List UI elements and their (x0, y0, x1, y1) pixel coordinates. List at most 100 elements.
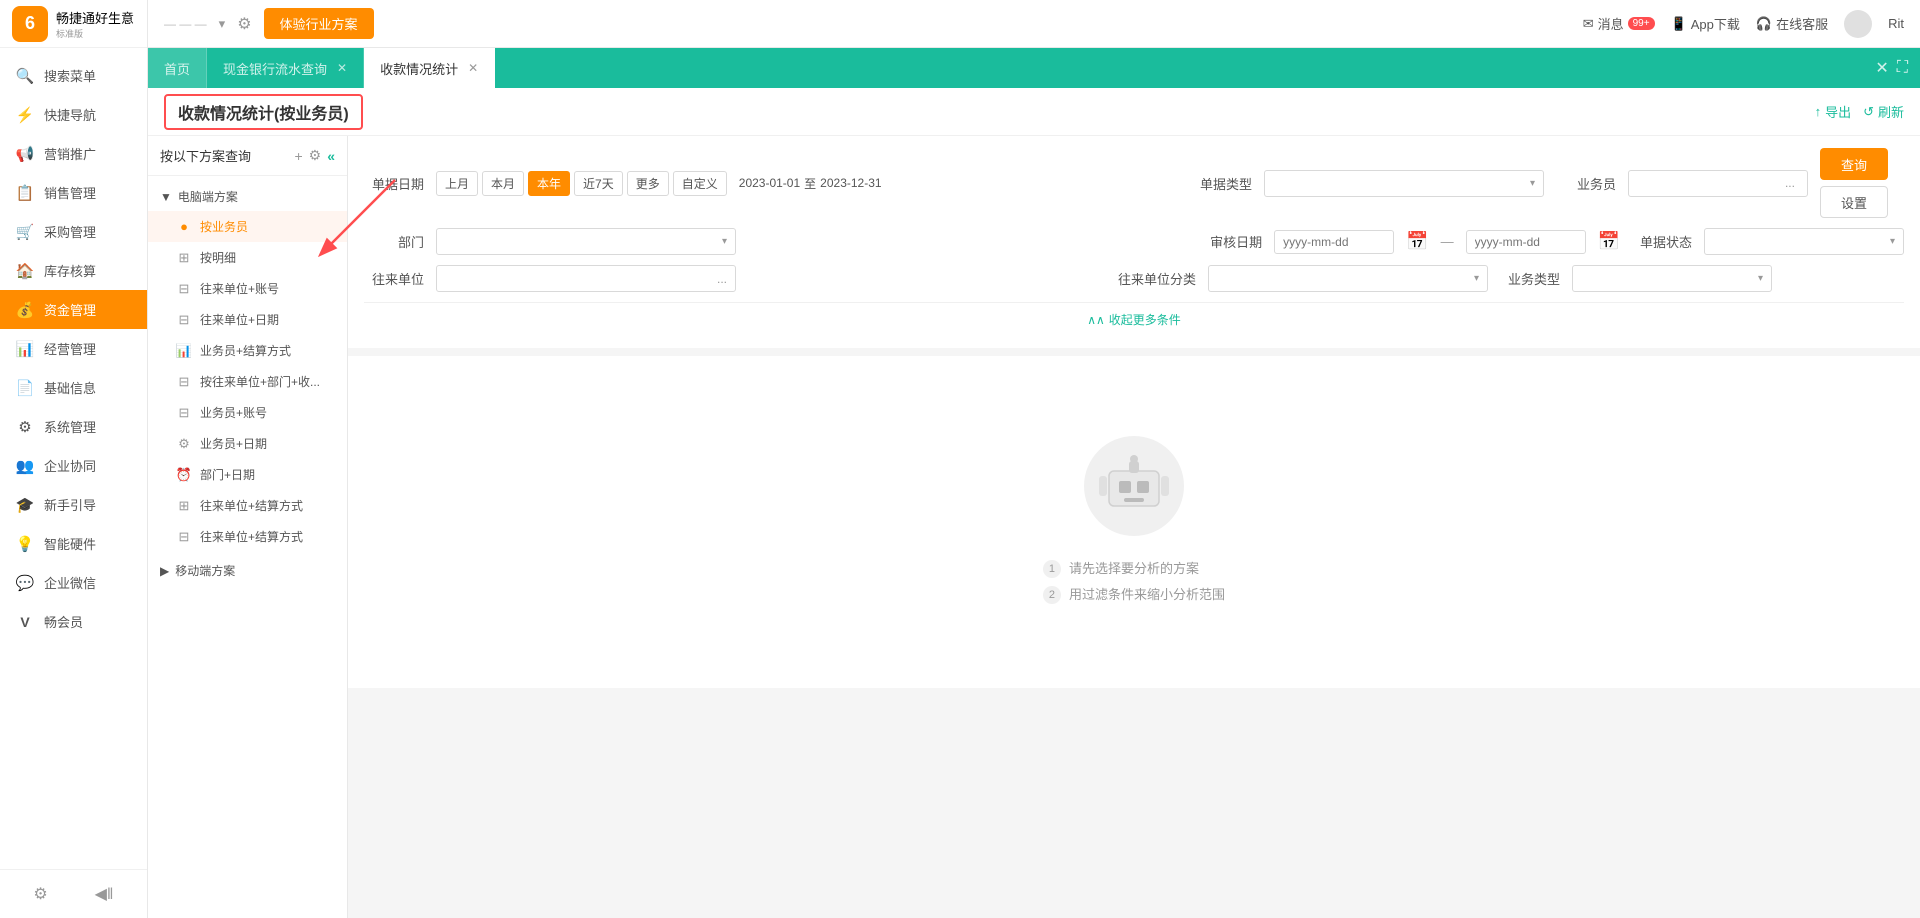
tree-item-partner-account[interactable]: ⊟ 往来单位+账号 (148, 273, 347, 304)
sidebar-item-inventory[interactable]: 🏠 库存核算 (0, 251, 147, 290)
sidebar-item-purchase[interactable]: 🛒 采购管理 (0, 212, 147, 251)
collapse-sidebar-icon[interactable]: ◀‖ (91, 880, 118, 908)
scheme-settings-icon[interactable]: ⚙ (309, 147, 322, 164)
close-all-icon[interactable]: ✕ (1875, 58, 1888, 78)
breadcrumb: — — — (164, 17, 207, 31)
date-btn-more[interactable]: 更多 (627, 171, 669, 196)
inventory-icon: 🏠 (16, 262, 34, 280)
partner-category-select[interactable]: ▾ (1208, 265, 1488, 292)
date-btn-this-year[interactable]: 本年 (528, 171, 570, 196)
main-area: — — — ▾ ⚙ 体验行业方案 ✉ 消息 99+ 📱 App下载 🎧 在线客服… (148, 0, 1920, 918)
tab-home[interactable]: 首页 (148, 48, 207, 88)
refresh-button[interactable]: ↺ 刷新 (1863, 102, 1904, 121)
item-icon-ss: 📊 (176, 343, 192, 359)
app-download-label: App下载 (1691, 14, 1740, 33)
tab-collection[interactable]: 收款情况统计 ✕ (364, 48, 495, 88)
sidebar-item-finance[interactable]: 💰 资金管理 (0, 290, 147, 329)
nav-icon: ⚡ (16, 106, 34, 124)
partner-select[interactable]: ... (436, 265, 736, 292)
nav-dropdown-icon[interactable]: ▾ (219, 16, 226, 32)
dept-label: 部门 (364, 232, 424, 251)
audit-date-from[interactable] (1274, 230, 1394, 254)
tree-group-desktop[interactable]: ▼ 电脑端方案 (148, 182, 347, 211)
purchase-icon: 🛒 (16, 223, 34, 241)
date-btn-this-month[interactable]: 本月 (482, 171, 524, 196)
settings-button[interactable]: 设置 (1820, 186, 1888, 218)
empty-step-1: 1 请先选择要分析的方案 (1043, 556, 1225, 582)
sidebar-item-wechat[interactable]: 💬 企业微信 (0, 563, 147, 602)
tab-cashflow-label: 现金银行流水查询 (223, 59, 327, 78)
sidebar-item-member[interactable]: V 畅会员 (0, 602, 147, 641)
audit-date-to[interactable] (1466, 230, 1586, 254)
salesperson-dots[interactable]: ... (1785, 176, 1795, 190)
panel-header-actions: + ⚙ « (294, 147, 335, 164)
tree-item-sales-date[interactable]: ⚙ 业务员+日期 (148, 428, 347, 459)
sidebar-item-marketing[interactable]: 📢 营销推广 (0, 134, 147, 173)
biz-type-select[interactable]: ▾ (1572, 265, 1772, 292)
user-avatar[interactable] (1844, 10, 1872, 38)
biz-type-chevron: ▾ (1758, 273, 1763, 284)
category-select[interactable]: ▾ (1264, 170, 1544, 197)
tree-item-partner-settle2[interactable]: ⊟ 往来单位+结算方式 (148, 521, 347, 552)
tree-item-label: 往来单位+日期 (200, 311, 279, 328)
user-name: Rit (1888, 16, 1904, 31)
sidebar-item-collab[interactable]: 👥 企业协同 (0, 446, 147, 485)
sidebar-item-guide[interactable]: 🎓 新手引导 (0, 485, 147, 524)
settings-bottom-icon[interactable]: ⚙ (29, 880, 51, 908)
tree-item-label: 业务员+结算方式 (200, 342, 291, 359)
logo-badge: 标准版 (56, 27, 134, 40)
tree-item-sales-account[interactable]: ⊟ 业务员+账号 (148, 397, 347, 428)
tab-cashflow[interactable]: 现金银行流水查询 ✕ (207, 48, 364, 88)
dept-select[interactable]: ▾ (436, 228, 736, 255)
date-btn-7days[interactable]: 近7天 (574, 171, 623, 196)
sidebar-item-basic[interactable]: 📄 基础信息 (0, 368, 147, 407)
sidebar-item-label: 搜索菜单 (44, 66, 96, 85)
tab-cashflow-close[interactable]: ✕ (337, 61, 347, 75)
query-button[interactable]: 查询 (1820, 148, 1888, 180)
sidebar-item-sales[interactable]: 📋 销售管理 (0, 173, 147, 212)
sidebar-item-hardware[interactable]: 💡 智能硬件 (0, 524, 147, 563)
search-icon: 🔍 (16, 67, 34, 85)
tree-item-partner-settle1[interactable]: ⊞ 往来单位+结算方式 (148, 490, 347, 521)
tabbar: 首页 现金银行流水查询 ✕ 收款情况统计 ✕ ✕ ⛶ (148, 48, 1920, 88)
date-separator: 至 (804, 175, 816, 192)
sidebar-item-operation[interactable]: 📊 经营管理 (0, 329, 147, 368)
salesperson-select[interactable]: ... (1628, 170, 1808, 197)
tree-section: ▼ 电脑端方案 ● 按业务员 ⊞ 按明细 ⊟ 往来单位+账号 ⊟ 往来单位 (148, 176, 347, 591)
tree-item-detail[interactable]: ⊞ 按明细 (148, 242, 347, 273)
fullscreen-icon[interactable]: ⛶ (1897, 59, 1908, 77)
tab-collection-close[interactable]: ✕ (468, 61, 478, 75)
online-service-item[interactable]: 🎧 在线客服 (1756, 14, 1828, 33)
finance-icon: 💰 (16, 301, 34, 319)
add-scheme-icon[interactable]: + (294, 148, 302, 164)
filter-section: 单据日期 上月 本月 本年 近7天 更多 自定义 2023-01-01 至 20… (348, 136, 1920, 348)
messages-item[interactable]: ✉ 消息 99+ (1583, 14, 1655, 33)
tree-item-salesperson-settle[interactable]: 📊 业务员+结算方式 (148, 335, 347, 366)
sidebar-item-search[interactable]: 🔍 搜索菜单 (0, 56, 147, 95)
topbar-settings-icon[interactable]: ⚙ (237, 14, 251, 34)
export-button[interactable]: ↑ 导出 (1815, 102, 1852, 121)
tree-item-partner-dept[interactable]: ⊟ 按往来单位+部门+收... (148, 366, 347, 397)
tree-item-partner-date[interactable]: ⊟ 往来单位+日期 (148, 304, 347, 335)
tree-group-mobile[interactable]: ▶ 移动端方案 (148, 556, 347, 585)
tree-item-label: 业务员+账号 (200, 404, 267, 421)
doc-status-chevron: ▾ (1890, 236, 1895, 247)
app-download-item[interactable]: 📱 App下载 (1671, 14, 1740, 33)
collapse-bar[interactable]: ∧∧ 收起更多条件 (364, 302, 1904, 336)
sidebar-item-nav[interactable]: ⚡ 快捷导航 (0, 95, 147, 134)
partner-category-chevron: ▾ (1474, 273, 1479, 284)
sidebar-item-system[interactable]: ⚙ 系统管理 (0, 407, 147, 446)
panel-collapse-icon[interactable]: « (327, 148, 335, 164)
tree-group-arrow: ▼ (160, 190, 172, 204)
trial-button[interactable]: 体验行业方案 (264, 8, 374, 39)
date-btn-custom[interactable]: 自定义 (673, 171, 727, 196)
export-icon: ↑ (1815, 104, 1822, 119)
tree-item-dept-date[interactable]: ⏰ 部门+日期 (148, 459, 347, 490)
doc-status-select[interactable]: ▾ (1704, 228, 1904, 255)
hardware-icon: 💡 (16, 535, 34, 553)
dept-chevron: ▾ (722, 236, 727, 247)
date-btn-last-month[interactable]: 上月 (436, 171, 478, 196)
date-from-value: 2023-01-01 (739, 176, 800, 190)
tree-item-salesperson[interactable]: ● 按业务员 (148, 211, 347, 242)
partner-dots[interactable]: ... (717, 272, 727, 286)
